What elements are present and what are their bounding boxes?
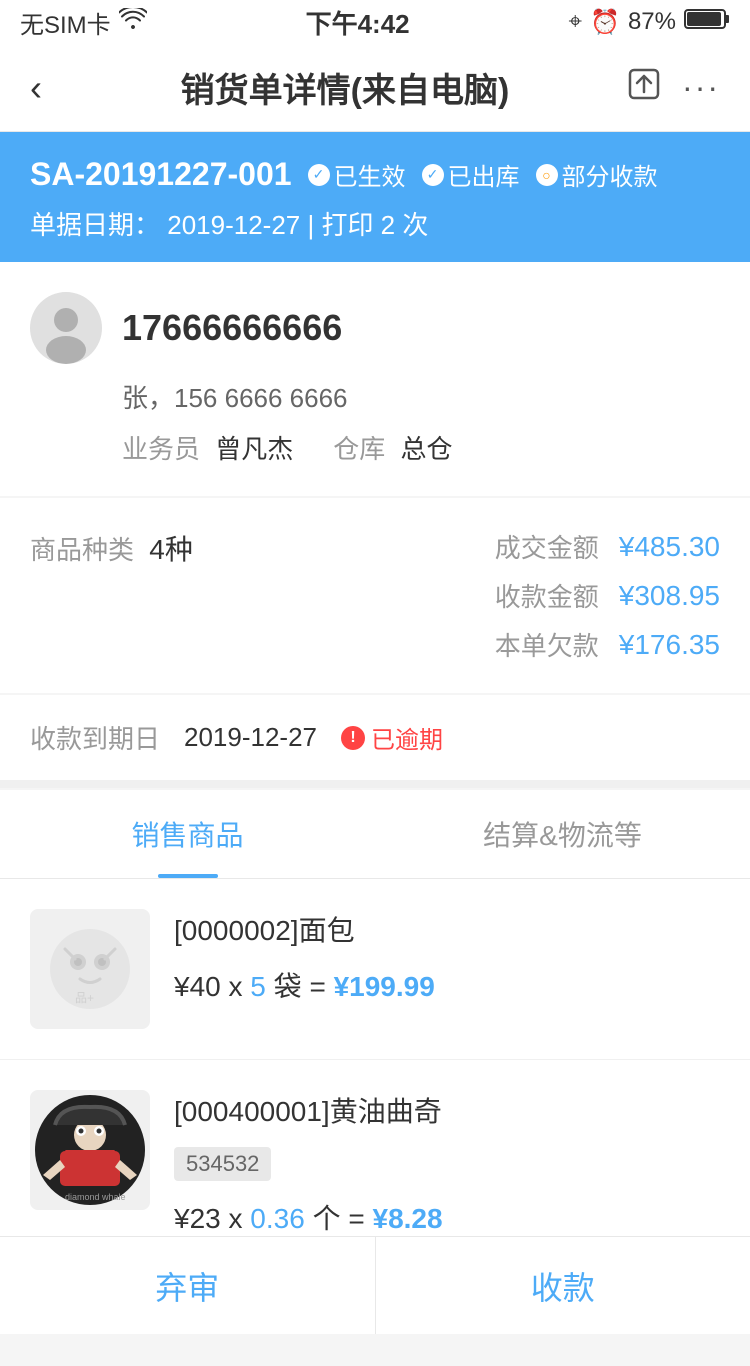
order-date-row: 单据日期： 2019-12-27 | 打印 2 次 bbox=[30, 205, 720, 242]
bottom-bar: 弃审 收款 bbox=[0, 1236, 750, 1334]
due-label: 收款到期日 bbox=[30, 719, 160, 756]
customer-info: 张，156 6666 6666 bbox=[30, 378, 720, 415]
more-icon[interactable]: ··· bbox=[682, 69, 720, 106]
back-button[interactable]: ‹ bbox=[30, 67, 90, 109]
customer-name: 17666666666 bbox=[122, 307, 342, 349]
location-icon: ⌖ bbox=[569, 8, 583, 36]
deal-amount-row: 成交金额 ¥485.30 bbox=[495, 528, 720, 565]
order-id: SA-20191227-001 bbox=[30, 156, 292, 193]
product-qty-2: 0.36 bbox=[250, 1203, 305, 1234]
order-header: SA-20191227-001 ✓ 已生效 ✓ 已出库 ○ 部分收款 单据日期：… bbox=[0, 132, 750, 262]
product-thumb-2: diamond whale bbox=[30, 1090, 150, 1210]
status-left: 无SIM卡 bbox=[20, 5, 147, 40]
received-amount-row: 收款金额 ¥308.95 bbox=[495, 577, 720, 614]
status-time: 下午4:42 bbox=[306, 4, 410, 41]
product-total-2: ¥8.28 bbox=[373, 1203, 443, 1234]
cancel-button[interactable]: 弃审 bbox=[0, 1237, 376, 1334]
battery-icon bbox=[684, 8, 730, 37]
types-label: 商品种类 bbox=[30, 535, 134, 565]
check-icon: ✓ bbox=[308, 164, 330, 186]
status-badges: ✓ 已生效 ✓ 已出库 ○ 部分收款 bbox=[308, 157, 658, 192]
battery-text: 87% bbox=[628, 8, 676, 36]
nav-bar: ‹ 销货单详情(来自电脑) ··· bbox=[0, 44, 750, 132]
product-total-1: ¥199.99 bbox=[334, 971, 435, 1002]
svg-text:diamond whale: diamond whale bbox=[65, 1192, 126, 1202]
tab-settlement[interactable]: 结算&物流等 bbox=[375, 790, 750, 878]
share-icon[interactable] bbox=[626, 66, 662, 109]
product-list: 品+ [0000002]面包 ¥40 x 5 袋 = ¥199.99 bbox=[0, 879, 750, 1268]
date-label: 单据日期： bbox=[30, 210, 160, 240]
order-date-value: 2019-12-27 bbox=[167, 210, 300, 240]
product-name-1: [0000002]面包 bbox=[174, 909, 720, 949]
deal-label: 成交金额 bbox=[495, 528, 599, 565]
customer-avatar bbox=[30, 292, 102, 364]
sales-name: 曾凡杰 bbox=[215, 434, 293, 464]
product-price-2: ¥23 x 0.36 个 = ¥8.28 bbox=[174, 1197, 720, 1237]
warehouse-label: 仓库 bbox=[333, 434, 385, 464]
confirm-button[interactable]: 收款 bbox=[376, 1237, 750, 1334]
product-qty-1: 5 bbox=[250, 971, 266, 1002]
received-amount: ¥308.95 bbox=[619, 580, 720, 612]
status-bar: 无SIM卡 下午4:42 ⌖ ⏰ 87% bbox=[0, 0, 750, 44]
product-thumb-1: 品+ bbox=[30, 909, 150, 1029]
nav-actions: ··· bbox=[600, 66, 720, 109]
sales-label: 业务员 bbox=[122, 434, 200, 464]
debt-label: 本单欠款 bbox=[495, 626, 599, 663]
debt-amount-row: 本单欠款 ¥176.35 bbox=[495, 626, 720, 663]
types-value: 4种 bbox=[149, 534, 193, 565]
overdue-icon: ! bbox=[341, 726, 365, 750]
product-name-2: [000400001]黄油曲奇 bbox=[174, 1090, 720, 1130]
carrier-text: 无SIM卡 bbox=[20, 5, 111, 40]
customer-section: 17666666666 张，156 6666 6666 业务员 曾凡杰 仓库 总… bbox=[0, 262, 750, 496]
due-date: 2019-12-27 bbox=[184, 722, 317, 753]
alarm-icon: ⏰ bbox=[590, 8, 620, 37]
customer-meta: 业务员 曾凡杰 仓库 总仓 bbox=[30, 429, 720, 466]
deal-amount: ¥485.30 bbox=[619, 531, 720, 563]
tabs: 销售商品 结算&物流等 bbox=[0, 790, 750, 879]
check-icon-2: ✓ bbox=[422, 164, 444, 186]
warehouse-name: 总仓 bbox=[401, 434, 453, 464]
due-section: 收款到期日 2019-12-27 ! 已逾期 bbox=[0, 695, 750, 788]
overdue-label: 已逾期 bbox=[371, 720, 443, 755]
badge-delivered: ✓ 已出库 bbox=[422, 157, 520, 192]
tab-products[interactable]: 销售商品 bbox=[0, 790, 375, 878]
received-label: 收款金额 bbox=[495, 577, 599, 614]
product-sku-2: 534532 bbox=[174, 1147, 271, 1181]
svg-text:品+: 品+ bbox=[75, 991, 94, 1005]
overdue-badge: ! 已逾期 bbox=[341, 720, 443, 755]
page-title: 销货单详情(来自电脑) bbox=[90, 63, 600, 112]
product-price-1: ¥40 x 5 袋 = ¥199.99 bbox=[174, 965, 720, 1005]
badge-partial-payment: ○ 部分收款 bbox=[536, 157, 658, 192]
stats-right: 成交金额 ¥485.30 收款金额 ¥308.95 本单欠款 ¥176.35 bbox=[495, 528, 720, 663]
status-right: ⌖ ⏰ 87% bbox=[569, 8, 730, 37]
print-info: | 打印 2 次 bbox=[307, 210, 428, 240]
list-item: 品+ [0000002]面包 ¥40 x 5 袋 = ¥199.99 bbox=[0, 879, 750, 1060]
wifi-icon bbox=[119, 8, 147, 37]
product-info-2: [000400001]黄油曲奇 534532 ¥23 x 0.36 个 = ¥8… bbox=[174, 1090, 720, 1237]
debt-amount: ¥176.35 bbox=[619, 629, 720, 661]
product-info-1: [0000002]面包 ¥40 x 5 袋 = ¥199.99 bbox=[174, 909, 720, 1005]
clock-icon: ○ bbox=[536, 164, 558, 186]
badge-effective: ✓ 已生效 bbox=[308, 157, 406, 192]
stats-section: 商品种类 4种 成交金额 ¥485.30 收款金额 ¥308.95 本单欠款 ¥… bbox=[0, 498, 750, 693]
